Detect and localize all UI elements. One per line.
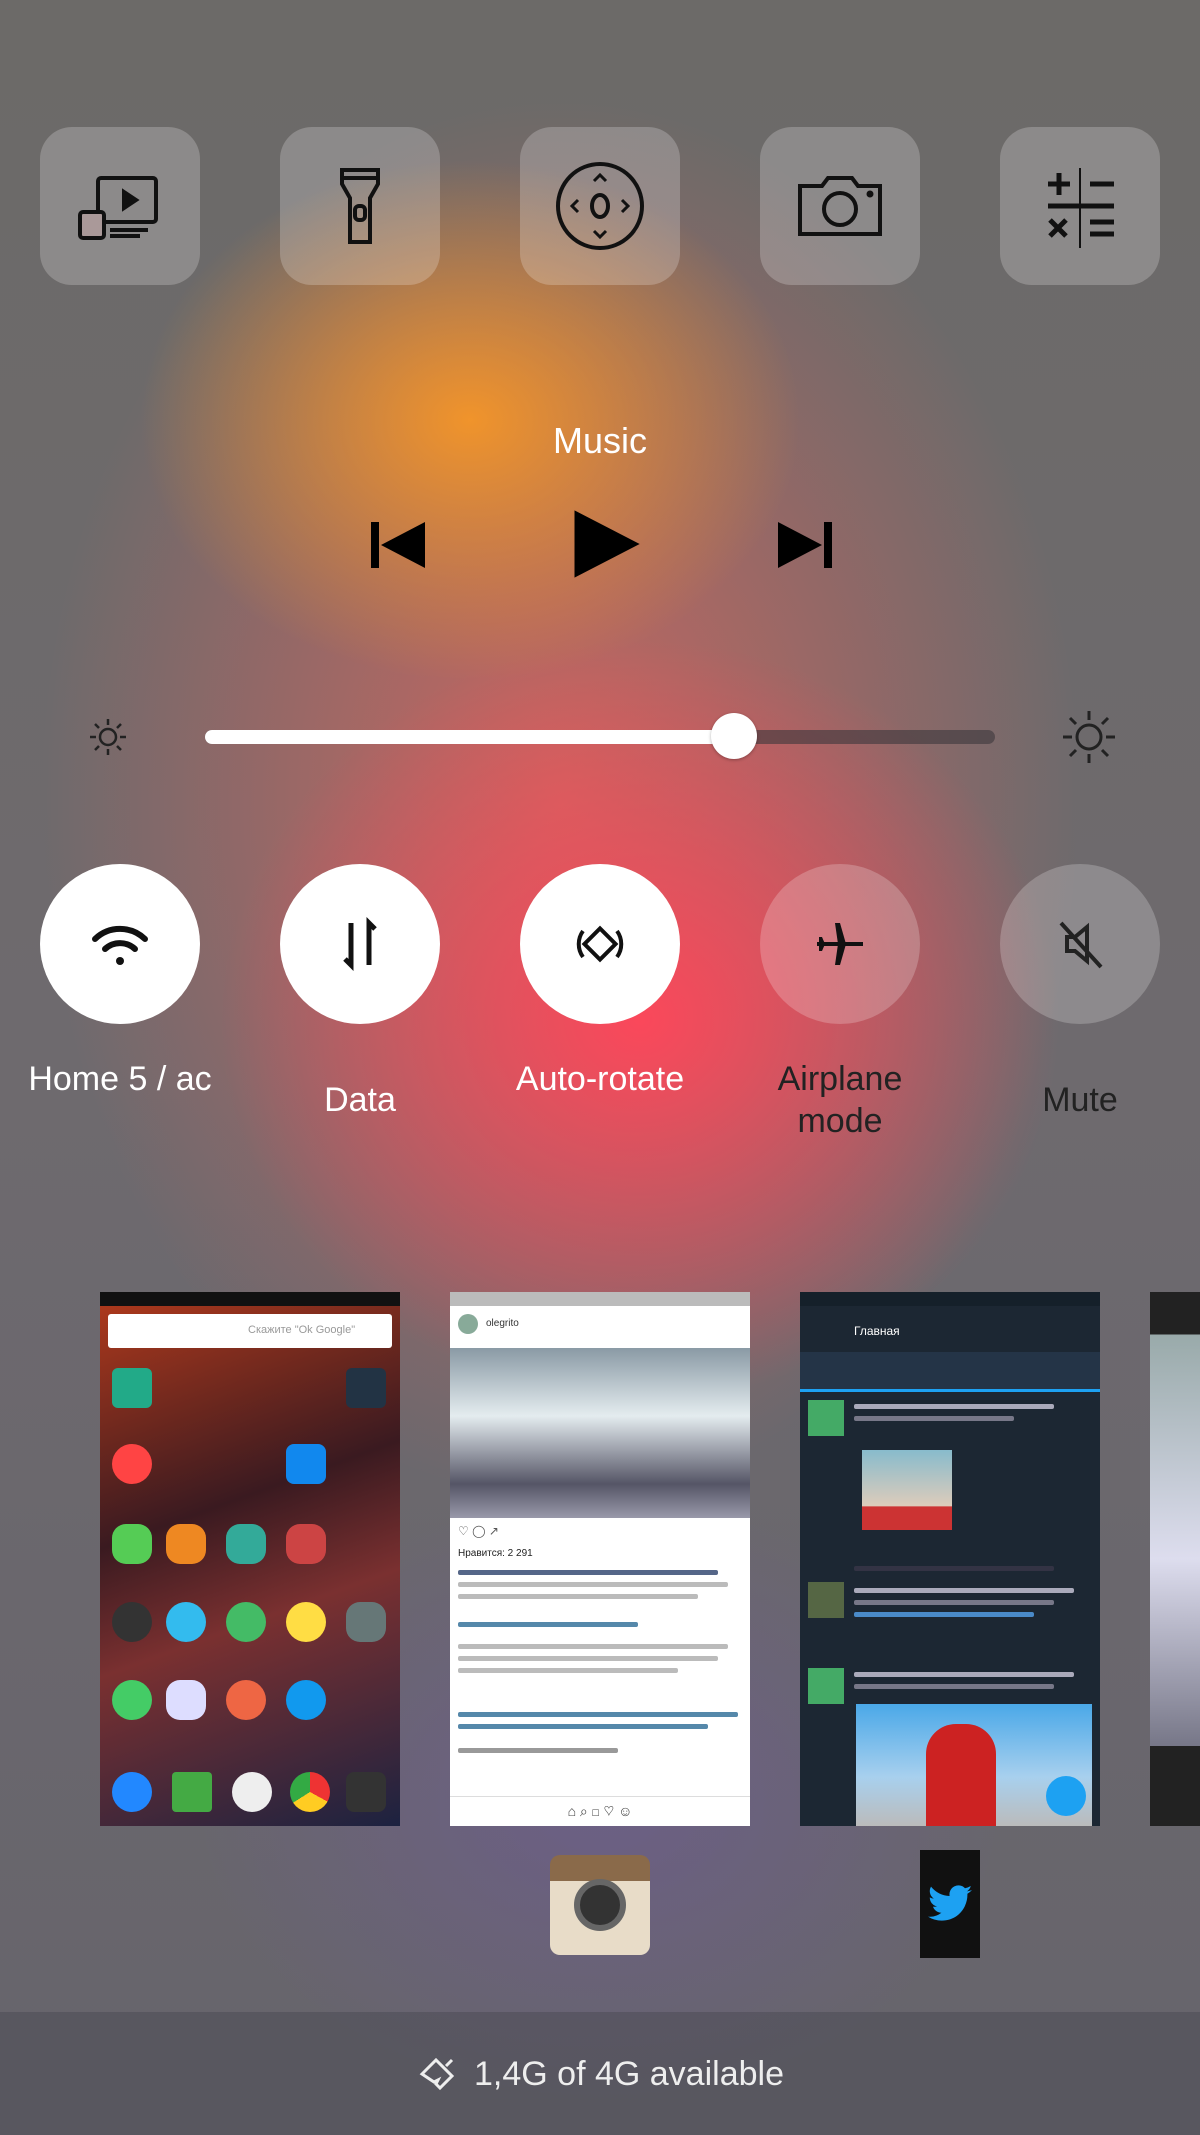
- app-icon: [226, 1524, 266, 1564]
- brightness-slider[interactable]: [205, 713, 995, 759]
- clean-memory-icon: [419, 2057, 455, 2091]
- airplane-toggle[interactable]: [760, 864, 920, 1024]
- recent-app-camera[interactable]: [1150, 1292, 1200, 1826]
- post-image: [450, 1348, 750, 1518]
- avatar: [808, 1400, 844, 1436]
- wifi-label: Home 5 / ac: [28, 1060, 212, 1098]
- instagram-app-icon[interactable]: [550, 1855, 650, 1955]
- app-icon: [112, 1602, 152, 1642]
- auto-rotate-toggle[interactable]: [520, 864, 680, 1024]
- data-toggle[interactable]: [280, 864, 440, 1024]
- twitter-header: Главная: [854, 1324, 900, 1338]
- app-icon: [166, 1524, 206, 1564]
- speedtest-app-icon: [346, 1368, 386, 1408]
- brightness-fill: [205, 730, 735, 744]
- app-icon: [166, 1602, 206, 1642]
- memory-info[interactable]: 1,4G of 4G available: [0, 2052, 1200, 2096]
- phone-app-icon: [112, 1772, 152, 1812]
- recent-app-instagram[interactable]: olegrito ♡ ◯ ↗ Нравится: 2 291 ⌂ ⌕ ◻ ♡ ☺: [450, 1292, 750, 1826]
- brightness-high-icon: [1063, 711, 1115, 763]
- status-bar: [450, 1292, 750, 1306]
- remote-control-button[interactable]: [520, 127, 680, 285]
- recent-app-twitter[interactable]: Главная: [800, 1292, 1100, 1826]
- app-drawer-icon: [232, 1772, 272, 1812]
- calculator-icon: [1048, 168, 1114, 248]
- app-icon: [286, 1444, 326, 1484]
- brightness-thumb[interactable]: [711, 713, 758, 759]
- previous-icon[interactable]: [363, 510, 433, 580]
- music-title: Music: [552, 420, 647, 461]
- tinder-app-icon: [112, 1444, 152, 1484]
- calculator-button[interactable]: [1000, 127, 1160, 285]
- flashlight-button[interactable]: [280, 127, 440, 285]
- mute-label: Mute: [1042, 1081, 1118, 1119]
- data-transfer-icon: [343, 916, 377, 972]
- airplane-icon: [817, 923, 863, 965]
- auto-rotate-icon: [576, 925, 624, 963]
- google-search-bar[interactable]: Скажите "Ok Google": [108, 1314, 392, 1348]
- instagram-username: olegrito: [486, 1318, 519, 1329]
- app-icon: [226, 1680, 266, 1720]
- mute-toggle[interactable]: [1000, 864, 1160, 1024]
- airplane-label: Airplane mode: [777, 1060, 903, 1140]
- camera-app-icon: [346, 1772, 386, 1812]
- flashlight-icon: [340, 168, 380, 244]
- messages-app-icon: [172, 1772, 212, 1812]
- auto-rotate-label: Auto-rotate: [515, 1060, 685, 1098]
- next-icon[interactable]: [770, 510, 840, 580]
- twitter-tabs: [800, 1352, 1100, 1392]
- screen-cast-icon: [78, 176, 158, 240]
- brightness-low-icon: [90, 719, 126, 755]
- screen-cast-button[interactable]: [40, 127, 200, 285]
- wifi-icon: [92, 925, 148, 965]
- compose-tweet-button[interactable]: [1046, 1776, 1086, 1816]
- status-bar: [100, 1292, 400, 1306]
- tweet-image: [862, 1450, 952, 1530]
- drive-app-icon: [112, 1368, 152, 1408]
- app-icon: [226, 1602, 266, 1642]
- app-icon: [346, 1602, 386, 1642]
- data-label: Data: [324, 1081, 396, 1119]
- camera-icon: [798, 176, 882, 236]
- app-icon: [112, 1680, 152, 1720]
- recent-app-launcher[interactable]: Скажите "Ok Google": [100, 1292, 400, 1826]
- twitter-app-icon[interactable]: [920, 1850, 980, 1958]
- post-actions: ♡ ◯ ↗: [458, 1524, 499, 1538]
- chrome-app-icon: [290, 1772, 330, 1812]
- camera-button[interactable]: [760, 127, 920, 285]
- remote-control-icon: [556, 162, 644, 250]
- status-bar: [800, 1292, 1100, 1306]
- memory-text: 1,4G of 4G available: [474, 2054, 784, 2093]
- shazam-app-icon: [286, 1680, 326, 1720]
- instagram-tab-bar: ⌂ ⌕ ◻ ♡ ☺: [450, 1796, 750, 1826]
- app-icon: [112, 1524, 152, 1564]
- avatar: [808, 1582, 844, 1618]
- app-icon: [286, 1524, 326, 1564]
- photos-app-icon: [286, 1602, 326, 1642]
- likes-count: Нравится: 2 291: [458, 1548, 533, 1559]
- mute-icon: [1059, 921, 1103, 969]
- avatar: [808, 1668, 844, 1704]
- avatar: [458, 1314, 478, 1334]
- twitter-bird-icon: [928, 1885, 972, 1921]
- app-icon: [166, 1680, 206, 1720]
- wifi-toggle[interactable]: [40, 864, 200, 1024]
- play-icon[interactable]: [568, 506, 644, 582]
